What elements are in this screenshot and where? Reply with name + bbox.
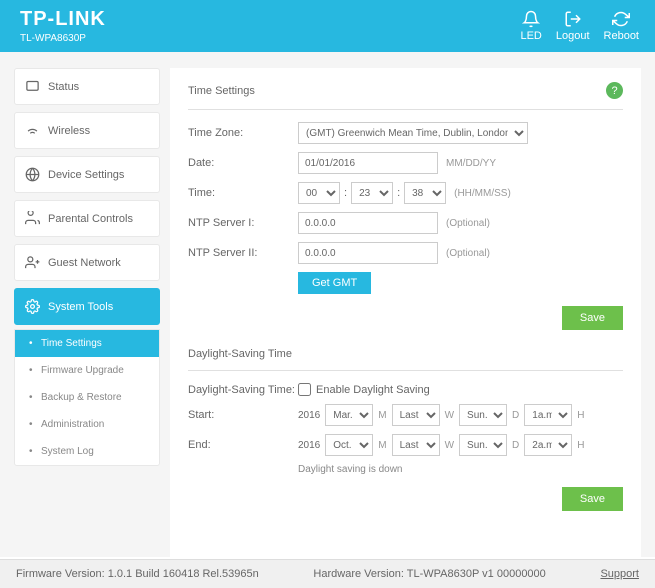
time-settings-title: Time Settings ?: [188, 82, 623, 99]
dst-start-label: Start:: [188, 409, 298, 421]
timezone-label: Time Zone:: [188, 127, 298, 139]
timezone-select[interactable]: (GMT) Greenwich Mean Time, Dublin, Londo…: [298, 122, 528, 144]
subnav-time[interactable]: Time Settings: [15, 330, 159, 357]
end-week-select[interactable]: Last: [392, 434, 440, 456]
date-label: Date:: [188, 157, 298, 169]
divider: [188, 370, 623, 371]
start-hour-select[interactable]: 1a.m.: [524, 404, 572, 426]
hour-select[interactable]: 00: [298, 182, 340, 204]
reboot-icon: [612, 10, 630, 28]
sidebar-item-device[interactable]: Device Settings: [14, 156, 160, 193]
subnav-syslog[interactable]: System Log: [15, 438, 159, 465]
logo: TP-LINK TL-WPA8630P: [20, 8, 106, 44]
model-text: TL-WPA8630P: [20, 33, 106, 44]
subnav-backup[interactable]: Backup & Restore: [15, 384, 159, 411]
start-year: 2016: [298, 410, 320, 421]
footer: Firmware Version: 1.0.1 Build 160418 Rel…: [0, 559, 655, 588]
subnav-admin[interactable]: Administration: [15, 411, 159, 438]
guest-icon: [25, 255, 40, 270]
start-week-select[interactable]: Last: [392, 404, 440, 426]
sidebar-item-status[interactable]: Status: [14, 68, 160, 105]
date-input[interactable]: [298, 152, 438, 174]
sidebar-item-parental[interactable]: Parental Controls: [14, 200, 160, 237]
dst-note: Daylight saving is down: [298, 464, 623, 475]
get-gmt-button[interactable]: Get GMT: [298, 272, 371, 294]
ntp2-input[interactable]: [298, 242, 438, 264]
subnav-firmware[interactable]: Firmware Upgrade: [15, 357, 159, 384]
led-button[interactable]: LED: [520, 10, 541, 42]
divider: [188, 109, 623, 110]
logout-icon: [564, 10, 582, 28]
content-area: Status Wireless Device Settings Parental…: [0, 52, 655, 557]
ntp2-hint: (Optional): [446, 248, 490, 259]
second-select[interactable]: 38: [404, 182, 446, 204]
firmware-version: Firmware Version: 1.0.1 Build 160418 Rel…: [16, 568, 259, 580]
time-label: Time:: [188, 187, 298, 199]
main-panel: Time Settings ? Time Zone: (GMT) Greenwi…: [170, 68, 641, 557]
save-time-button[interactable]: Save: [562, 306, 623, 330]
ntp2-label: NTP Server II:: [188, 247, 298, 259]
logout-button[interactable]: Logout: [556, 10, 590, 42]
reboot-button[interactable]: Reboot: [604, 10, 639, 42]
dst-end-label: End:: [188, 439, 298, 451]
app-header: TP-LINK TL-WPA8630P LED Logout Reboot: [0, 0, 655, 52]
sidebar: Status Wireless Device Settings Parental…: [0, 52, 160, 557]
start-month-select[interactable]: Mar.: [325, 404, 373, 426]
status-icon: [25, 79, 40, 94]
help-icon[interactable]: ?: [606, 82, 623, 99]
sidebar-item-wireless[interactable]: Wireless: [14, 112, 160, 149]
ntp1-hint: (Optional): [446, 218, 490, 229]
brand-text: TP-LINK: [20, 8, 106, 31]
ntp1-input[interactable]: [298, 212, 438, 234]
minute-select[interactable]: 23: [351, 182, 393, 204]
start-day-select[interactable]: Sun.: [459, 404, 507, 426]
dst-checkbox[interactable]: [298, 383, 311, 396]
users-icon: [25, 211, 40, 226]
save-dst-button[interactable]: Save: [562, 487, 623, 511]
end-hour-select[interactable]: 2a.m.: [524, 434, 572, 456]
support-link[interactable]: Support: [600, 568, 639, 580]
end-day-select[interactable]: Sun.: [459, 434, 507, 456]
time-hint: (HH/MM/SS): [454, 188, 511, 199]
date-hint: MM/DD/YY: [446, 158, 496, 169]
end-month-select[interactable]: Oct.: [325, 434, 373, 456]
header-actions: LED Logout Reboot: [520, 10, 639, 42]
globe-icon: [25, 167, 40, 182]
bell-icon: [522, 10, 540, 28]
ntp1-label: NTP Server I:: [188, 217, 298, 229]
subnav: Time Settings Firmware Upgrade Backup & …: [14, 329, 160, 466]
sidebar-item-system[interactable]: System Tools: [14, 288, 160, 325]
hardware-version: Hardware Version: TL-WPA8630P v1 0000000…: [313, 568, 545, 580]
dst-checkbox-label: Enable Daylight Saving: [316, 384, 430, 396]
wireless-icon: [25, 123, 40, 138]
dst-title: Daylight-Saving Time: [188, 348, 623, 360]
dst-enable-label: Daylight-Saving Time:: [188, 384, 298, 396]
gear-icon: [25, 299, 40, 314]
sidebar-item-guest[interactable]: Guest Network: [14, 244, 160, 281]
end-year: 2016: [298, 440, 320, 451]
